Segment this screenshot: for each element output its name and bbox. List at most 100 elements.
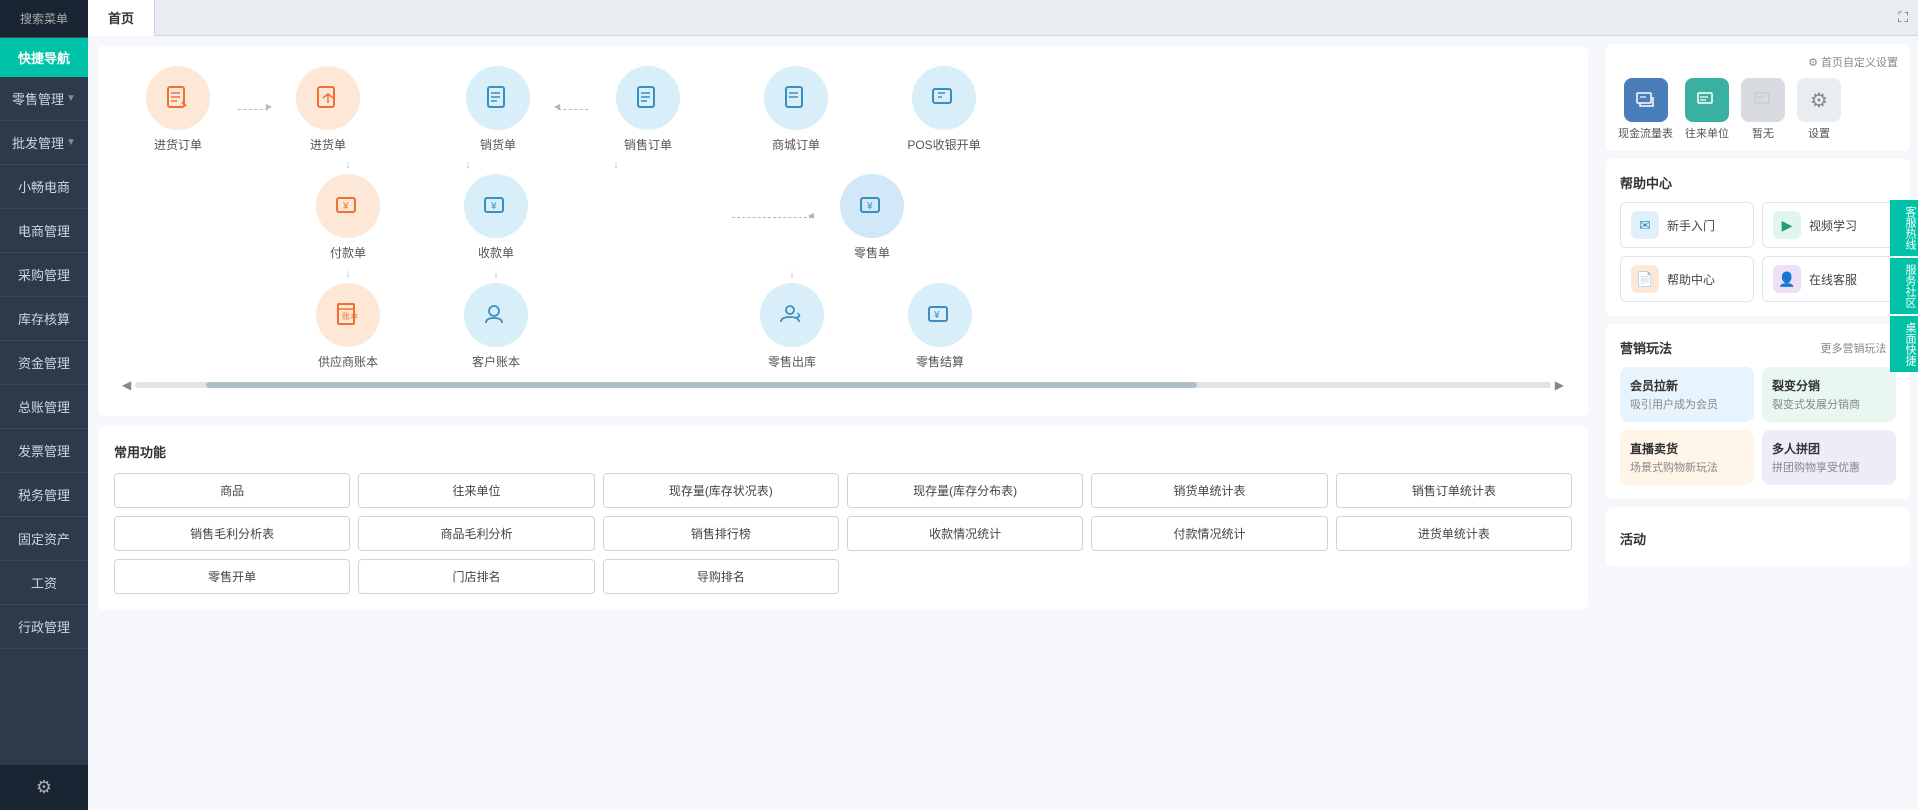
cashflow-label: 现金流量表 (1618, 125, 1673, 141)
quick-btn-guide-rank[interactable]: 导购排名 (603, 559, 839, 594)
quick-btn-stock1[interactable]: 现存量(库存状况表) (603, 473, 839, 508)
quick-btn-retail-order[interactable]: 零售开单 (114, 559, 350, 594)
quick-btn-receipt-stat[interactable]: 收款情况统计 (847, 516, 1083, 551)
wf-node-purchase[interactable]: 进货单 (268, 66, 388, 153)
arrow-from-pos: ◀ (732, 217, 812, 218)
content-area: 进货订单 (88, 36, 1918, 810)
wf-node-retail-out[interactable]: 零售出库 (732, 283, 852, 370)
quick-nav-settings[interactable]: ⚙ 设置 (1797, 78, 1841, 141)
help-item-beginner[interactable]: ✉ 新手入门 (1620, 202, 1754, 248)
help-item-center[interactable]: 📄 帮助中心 (1620, 256, 1754, 302)
sidebar-item-retail[interactable]: 零售管理 ▼ (0, 77, 88, 121)
quick-nav-none[interactable]: 暂无 (1741, 78, 1785, 141)
sidebar-item-ecom-mgmt[interactable]: 电商管理 (0, 209, 88, 253)
marketing-member[interactable]: 会员拉新 吸引用户成为会员 (1620, 367, 1754, 422)
quick-btn-stock2[interactable]: 现存量(库存分布表) (847, 473, 1083, 508)
workflow-row3-arrows: ↓ ↓ ↓ (118, 265, 1568, 283)
wf-label: 付款单 (330, 244, 366, 261)
help-item-service[interactable]: 👤 在线客服 (1762, 256, 1896, 302)
tab-bar: 首页 ⛶ (88, 0, 1918, 36)
wf-node-sales-order[interactable]: 销售订单 (588, 66, 708, 153)
svg-text:账本: 账本 (342, 311, 358, 321)
marketing-more-btn[interactable]: 更多营销玩法 > (1821, 340, 1896, 356)
service-hotline-btn[interactable]: 客服热线 (1890, 200, 1918, 256)
marketing-group[interactable]: 多人拼团 拼团购物享受优惠 (1762, 430, 1896, 485)
scroll-left-btn[interactable]: ◀ (118, 378, 135, 392)
quick-nav-partner[interactable]: 往来单位 (1685, 78, 1729, 141)
sidebar-item-assets[interactable]: 固定资产 (0, 517, 88, 561)
marketing-card: 营销玩法 更多营销玩法 > 会员拉新 吸引用户成为会员 裂变分销 裂变式发展分销… (1606, 324, 1910, 499)
quick-btn-salesorder-stat[interactable]: 销售订单统计表 (1336, 473, 1572, 508)
sidebar-item-purchase[interactable]: 采购管理 (0, 253, 88, 297)
wf-node-sales[interactable]: 销货单 (438, 66, 558, 153)
wf-circle-purchase-order (146, 66, 210, 130)
sidebar-item-ecom-small[interactable]: 小畅电商 (0, 165, 88, 209)
quick-btn-store-rank[interactable]: 门店排名 (358, 559, 594, 594)
quick-btn-goods[interactable]: 商品 (114, 473, 350, 508)
sidebar-item-tax[interactable]: 税务管理 (0, 473, 88, 517)
wf-node-retail[interactable]: ¥ 零售单 (812, 174, 932, 261)
wf-label: 进货订单 (154, 136, 202, 153)
fullscreen-icon[interactable]: ⛶ (1888, 9, 1918, 26)
workflow-row2-area: ↓ ↓ ↓ (118, 157, 1568, 174)
wf-node-payment[interactable]: ¥ 付款单 (288, 174, 408, 261)
quick-btn-purchase-stat[interactable]: 进货单统计表 (1336, 516, 1572, 551)
wf-col-retail-down: ↓ (732, 265, 852, 283)
wf-node-purchase-order[interactable]: 进货订单 (118, 66, 238, 153)
workflow-card: 进货订单 (98, 46, 1588, 416)
wf-node-receipt[interactable]: ¥ 收款单 (436, 174, 556, 261)
marketing-fission[interactable]: 裂变分销 裂变式发展分销商 (1762, 367, 1896, 422)
workflow-scroll[interactable]: 进货订单 (118, 66, 1568, 370)
right-panel: ⚙ 首页自定义设置 现金流量表 (1598, 36, 1918, 810)
wf-label: POS收银开单 (907, 136, 980, 153)
customize-btn[interactable]: ⚙ 首页自定义设置 (1808, 54, 1898, 70)
scroll-track[interactable] (135, 382, 1551, 388)
quick-btn-payment-stat[interactable]: 付款情况统计 (1091, 516, 1327, 551)
marketing-title: 营销玩法 (1620, 338, 1672, 357)
help-item-video[interactable]: ▶ 视频学习 (1762, 202, 1896, 248)
marketing-live[interactable]: 直播卖货 场景式购物新玩法 (1620, 430, 1754, 485)
desktop-shortcut-btn[interactable]: 桌面快捷 (1890, 316, 1918, 372)
sidebar-item-invoice[interactable]: 发票管理 (0, 429, 88, 473)
wf-label: 收款单 (478, 244, 514, 261)
right-side-buttons: 客服热线 服务社区 桌面快捷 (1890, 200, 1918, 372)
quick-btn-partner[interactable]: 往来单位 (358, 473, 594, 508)
wf-node-supplier-book[interactable]: 账本 供应商账本 (288, 283, 408, 370)
wf-node-customer-book[interactable]: 客户账本 (436, 283, 556, 370)
sidebar-item-ledger[interactable]: 总账管理 (0, 385, 88, 429)
sidebar-item-admin[interactable]: 行政管理 (0, 605, 88, 649)
wf-node-pos[interactable]: POS收银开单 (884, 66, 1004, 153)
marketing-header: 营销玩法 更多营销玩法 > (1620, 338, 1896, 357)
wf-circle-sales-order (616, 66, 680, 130)
help-title: 帮助中心 (1620, 173, 1896, 192)
sidebar-item-wholesale[interactable]: 批发管理 ▼ (0, 121, 88, 165)
help-beginner-label: 新手入门 (1667, 217, 1715, 234)
quick-btn-sales-stat[interactable]: 销货单统计表 (1091, 473, 1327, 508)
tab-home[interactable]: 首页 (88, 0, 155, 36)
quick-nav-cashflow[interactable]: 现金流量表 (1618, 78, 1673, 141)
marketing-member-title: 会员拉新 (1630, 377, 1744, 394)
sidebar-item-salary[interactable]: 工资 (0, 561, 88, 605)
main-area: 首页 ⛶ (88, 0, 1918, 810)
doc-icon: 📄 (1631, 265, 1659, 293)
wf-label: 进货单 (310, 136, 346, 153)
wf-node-mall-order[interactable]: 商城订单 (736, 66, 856, 153)
wf-node-retail-settle[interactable]: ¥ 零售结算 (880, 283, 1000, 370)
sidebar-search[interactable]: 搜索菜单 (0, 0, 88, 38)
quick-btn-gross1[interactable]: 销售毛利分析表 (114, 516, 350, 551)
marketing-live-desc: 场景式购物新玩法 (1630, 459, 1744, 475)
sidebar-settings[interactable]: ⚙ (0, 765, 88, 810)
wf-col-payment-down: ↓ (288, 265, 408, 283)
sidebar-item-inventory[interactable]: 库存核算 (0, 297, 88, 341)
quick-btn-ranking[interactable]: 销售排行榜 (603, 516, 839, 551)
scroll-right-btn[interactable]: ▶ (1551, 378, 1568, 392)
wf-circle-supplier-book: 账本 (316, 283, 380, 347)
quick-btn-gross2[interactable]: 商品毛利分析 (358, 516, 594, 551)
service-community-btn[interactable]: 服务社区 (1890, 258, 1918, 314)
wf-label: 客户账本 (472, 353, 520, 370)
wf-circle-payment: ¥ (316, 174, 380, 238)
help-grid: ✉ 新手入门 ▶ 视频学习 📄 帮助中心 👤 在线客服 (1620, 202, 1896, 302)
left-panel: 进货订单 (88, 36, 1598, 810)
sidebar-item-finance[interactable]: 资金管理 (0, 341, 88, 385)
quick-nav-card: ⚙ 首页自定义设置 现金流量表 (1606, 44, 1910, 151)
